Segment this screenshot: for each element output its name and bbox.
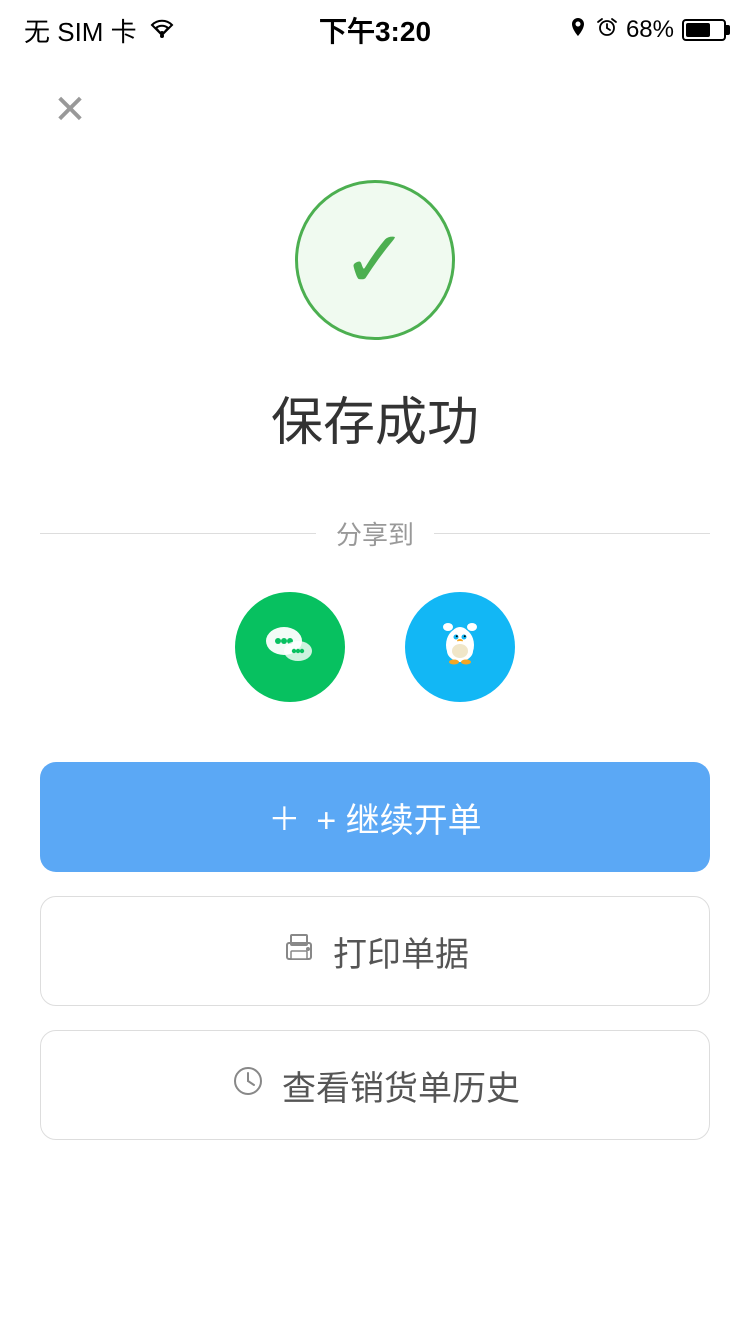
close-button[interactable]: ✕	[40, 80, 100, 140]
main-content: ✕ ✓ 保存成功 分享到	[0, 60, 750, 1334]
status-bar: 无 SIM 卡 下午3:20 68%	[0, 0, 750, 60]
location-icon	[568, 16, 588, 45]
success-circle: ✓	[295, 180, 455, 340]
status-time: 下午3:20	[319, 10, 431, 50]
alarm-icon	[596, 16, 618, 45]
share-divider: 分享到	[40, 515, 710, 552]
sim-status: 无 SIM 卡	[24, 12, 137, 49]
history-button[interactable]: 查看销货单历史	[40, 1030, 710, 1140]
status-right: 68%	[568, 16, 726, 45]
printer-icon	[281, 929, 317, 973]
success-section: ✓ 保存成功	[40, 180, 710, 455]
divider-line-left	[40, 533, 316, 534]
history-icon	[230, 1063, 266, 1107]
close-icon: ✕	[53, 90, 87, 130]
checkmark-icon: ✓	[341, 220, 408, 300]
continue-button[interactable]: ＋ + 继续开单	[40, 762, 710, 872]
battery-icon	[682, 19, 726, 41]
share-section: 分享到	[40, 515, 710, 702]
success-title: 保存成功	[271, 380, 479, 455]
wifi-icon	[147, 15, 177, 46]
battery-percentage: 68%	[626, 16, 674, 44]
status-left: 无 SIM 卡	[24, 12, 177, 49]
divider-line-right	[434, 533, 710, 534]
continue-label: + 继续开单	[316, 793, 481, 842]
wechat-share-button[interactable]	[235, 592, 345, 702]
share-label: 分享到	[336, 515, 414, 552]
actions-section: ＋ + 继续开单 打印单据	[40, 762, 710, 1140]
print-button[interactable]: 打印单据	[40, 896, 710, 1006]
history-label: 查看销货单历史	[282, 1061, 520, 1110]
share-icons	[235, 592, 515, 702]
print-label: 打印单据	[333, 927, 469, 976]
qq-share-button[interactable]	[405, 592, 515, 702]
plus-icon: ＋	[268, 794, 300, 840]
